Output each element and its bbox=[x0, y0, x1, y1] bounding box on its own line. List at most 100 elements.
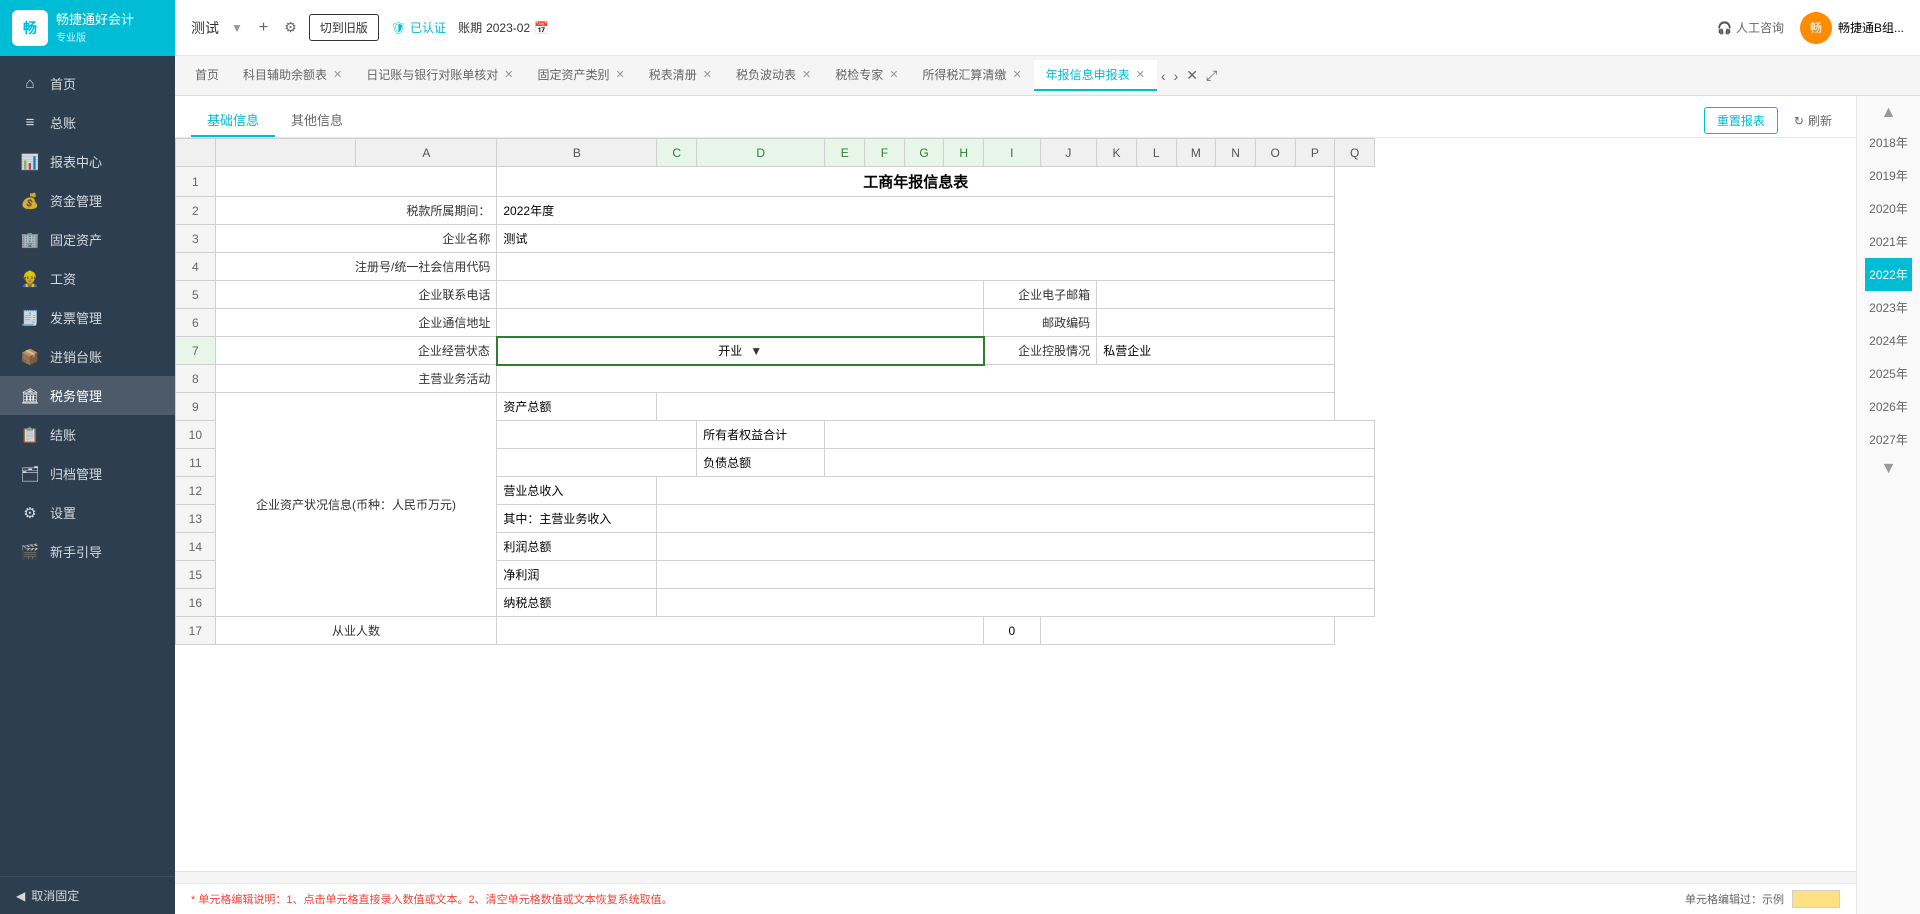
company-name-value[interactable]: 测试 bbox=[497, 225, 1335, 253]
tab-日记账与银行对账单核对[interactable]: 日记账与银行对账单核对✕ bbox=[354, 60, 525, 91]
tab-close-icon[interactable]: ✕ bbox=[889, 68, 898, 81]
tab-所得税汇算清缴[interactable]: 所得税汇算清缴✕ bbox=[910, 60, 1033, 91]
row-num-header bbox=[215, 139, 356, 167]
avatar: 畅 bbox=[1800, 12, 1832, 44]
owner-equity-value[interactable] bbox=[825, 421, 1375, 449]
email-value[interactable] bbox=[1097, 281, 1335, 309]
year-item-2024年[interactable]: 2024年 bbox=[1865, 324, 1912, 357]
tab-首页[interactable]: 首页 bbox=[183, 60, 231, 91]
calendar-icon[interactable]: 📅 bbox=[534, 21, 549, 35]
service-button[interactable]: 🎧 人工咨询 bbox=[1717, 19, 1784, 36]
period-label-cell[interactable]: 税款所属期间： bbox=[215, 197, 497, 225]
sub-tab-actions: 重置报表 ↻ 刷新 bbox=[1704, 107, 1840, 134]
year-item-2025年[interactable]: 2025年 bbox=[1865, 357, 1912, 390]
settings-icon[interactable]: ⚙ bbox=[284, 19, 297, 36]
tab-close-icon[interactable]: ✕ bbox=[504, 68, 513, 81]
tab-close-all-button[interactable]: ✕ bbox=[1182, 63, 1202, 88]
net-profit-value[interactable] bbox=[657, 561, 1375, 589]
sidebar-item-新手引导[interactable]: 🎬新手引导 bbox=[0, 532, 175, 571]
phone-value[interactable] bbox=[497, 281, 984, 309]
tab-close-icon[interactable]: ✕ bbox=[616, 68, 625, 81]
year-item-2027年[interactable]: 2027年 bbox=[1865, 423, 1912, 456]
tab-close-icon[interactable]: ✕ bbox=[802, 68, 811, 81]
holding-value[interactable]: 私营企业 bbox=[1097, 337, 1335, 365]
project-dropdown-icon[interactable]: ▼ bbox=[231, 21, 243, 35]
total-liabilities-value[interactable] bbox=[825, 449, 1375, 477]
service-label: 人工咨询 bbox=[1736, 19, 1784, 36]
main-revenue-value[interactable] bbox=[657, 505, 1375, 533]
tab-税负波动表[interactable]: 税负波动表✕ bbox=[724, 60, 823, 91]
sidebar-label: 报表中心 bbox=[50, 152, 102, 171]
logo-sub: 专业版 bbox=[56, 29, 134, 44]
employee-value-left[interactable] bbox=[497, 617, 984, 645]
sidebar-icon: 💰 bbox=[20, 192, 40, 210]
sub-tab-其他信息[interactable]: 其他信息 bbox=[275, 104, 359, 137]
sidebar-item-首页[interactable]: ⌂首页 bbox=[0, 64, 175, 103]
table-row: 17从业人数0 bbox=[176, 617, 1375, 645]
year-item-2021年[interactable]: 2021年 bbox=[1865, 225, 1912, 258]
row-num: 4 bbox=[176, 253, 216, 281]
year-item-2020年[interactable]: 2020年 bbox=[1865, 192, 1912, 225]
employee-value-right[interactable] bbox=[1040, 617, 1335, 645]
postal-value[interactable] bbox=[1097, 309, 1335, 337]
year-item-2018年[interactable]: 2018年 bbox=[1865, 126, 1912, 159]
total-revenue-value[interactable] bbox=[657, 477, 1375, 505]
tab-close-icon[interactable]: ✕ bbox=[703, 68, 712, 81]
sub-tab-基础信息[interactable]: 基础信息 bbox=[191, 104, 275, 137]
tab-固定资产类别[interactable]: 固定资产类别✕ bbox=[525, 60, 636, 91]
address-value[interactable] bbox=[497, 309, 984, 337]
total-assets-value[interactable] bbox=[657, 393, 1335, 421]
reg-no-value[interactable] bbox=[497, 253, 1335, 281]
sidebar-item-结账[interactable]: 📋结账 bbox=[0, 415, 175, 454]
col-header-N: N bbox=[1216, 139, 1256, 167]
sidebar-item-归档管理[interactable]: 🗂归档管理 bbox=[0, 454, 175, 493]
tab-close-icon[interactable]: ✕ bbox=[333, 68, 342, 81]
horizontal-scrollbar[interactable] bbox=[175, 871, 1856, 883]
user-menu[interactable]: 畅 畅捷通B组... bbox=[1800, 12, 1904, 44]
total-profit-value[interactable] bbox=[657, 533, 1375, 561]
sidebar-item-税务管理[interactable]: 🏛税务管理 bbox=[0, 376, 175, 415]
sidebar-item-总账[interactable]: ≡总账 bbox=[0, 103, 175, 142]
sidebar-unpin-button[interactable]: ◀ 取消固定 bbox=[0, 876, 175, 914]
refresh-button[interactable]: ↻ 刷新 bbox=[1786, 107, 1840, 134]
sidebar-item-进销台账[interactable]: 📦进销台账 bbox=[0, 337, 175, 376]
logo-name: 畅捷通好会计 bbox=[56, 12, 134, 29]
tab-close-icon[interactable]: ✕ bbox=[1012, 68, 1021, 81]
col-header-K: K bbox=[1097, 139, 1137, 167]
sidebar-item-报表中心[interactable]: 📊报表中心 bbox=[0, 142, 175, 181]
year-scroll-up-button[interactable]: ▲ bbox=[1857, 100, 1920, 126]
user-name: 畅捷通B组... bbox=[1838, 19, 1904, 36]
tab-税表清册[interactable]: 税表清册✕ bbox=[637, 60, 724, 91]
sidebar-label: 固定资产 bbox=[50, 230, 102, 249]
tab-税检专家[interactable]: 税检专家✕ bbox=[823, 60, 910, 91]
sheet-container[interactable]: ABCDEFGHIJKLMNOPQ 1工商年报信息表2税款所属期间：2022年度… bbox=[175, 138, 1856, 871]
reset-report-button[interactable]: 重置报表 bbox=[1704, 107, 1778, 134]
biz-status-value[interactable]: 开业 ▼ bbox=[497, 337, 984, 365]
tab-科目辅助余额表[interactable]: 科目辅助余额表 ✕ bbox=[231, 60, 354, 91]
sidebar-item-工资[interactable]: 👷工资 bbox=[0, 259, 175, 298]
year-item-2026年[interactable]: 2026年 bbox=[1865, 390, 1912, 423]
tab-label: 科目辅助余额表 bbox=[243, 66, 327, 83]
add-tab-button[interactable]: + bbox=[255, 15, 272, 41]
switch-old-button[interactable]: 切到旧版 bbox=[309, 14, 379, 41]
tab-next-button[interactable]: › bbox=[1170, 64, 1183, 88]
year-item-2023年[interactable]: 2023年 bbox=[1865, 291, 1912, 324]
sidebar-item-固定资产[interactable]: 🏢固定资产 bbox=[0, 220, 175, 259]
total-tax-value[interactable] bbox=[657, 589, 1375, 617]
year-scroll-down-button[interactable]: ▼ bbox=[1857, 456, 1920, 482]
year-item-2019年[interactable]: 2019年 bbox=[1865, 159, 1912, 192]
main-biz-value[interactable] bbox=[497, 365, 1335, 393]
sidebar-item-资金管理[interactable]: 💰资金管理 bbox=[0, 181, 175, 220]
sidebar-item-发票管理[interactable]: 🧾发票管理 bbox=[0, 298, 175, 337]
sidebar-item-设置[interactable]: ⚙设置 bbox=[0, 493, 175, 532]
service-icon: 🎧 bbox=[1717, 21, 1732, 35]
tab-close-icon[interactable]: ✕ bbox=[1136, 68, 1145, 81]
row-num: 12 bbox=[176, 477, 216, 505]
tab-expand-button[interactable]: ⤢ bbox=[1202, 63, 1221, 88]
tab-prev-button[interactable]: ‹ bbox=[1157, 64, 1170, 88]
employee-count[interactable]: 0 bbox=[984, 617, 1041, 645]
year-item-2022年[interactable]: 2022年 bbox=[1865, 258, 1912, 291]
tab-年报信息申报表[interactable]: 年报信息申报表✕ bbox=[1034, 60, 1157, 91]
period-value-cell[interactable]: 2022年度 bbox=[497, 197, 1335, 225]
row-num: 16 bbox=[176, 589, 216, 617]
